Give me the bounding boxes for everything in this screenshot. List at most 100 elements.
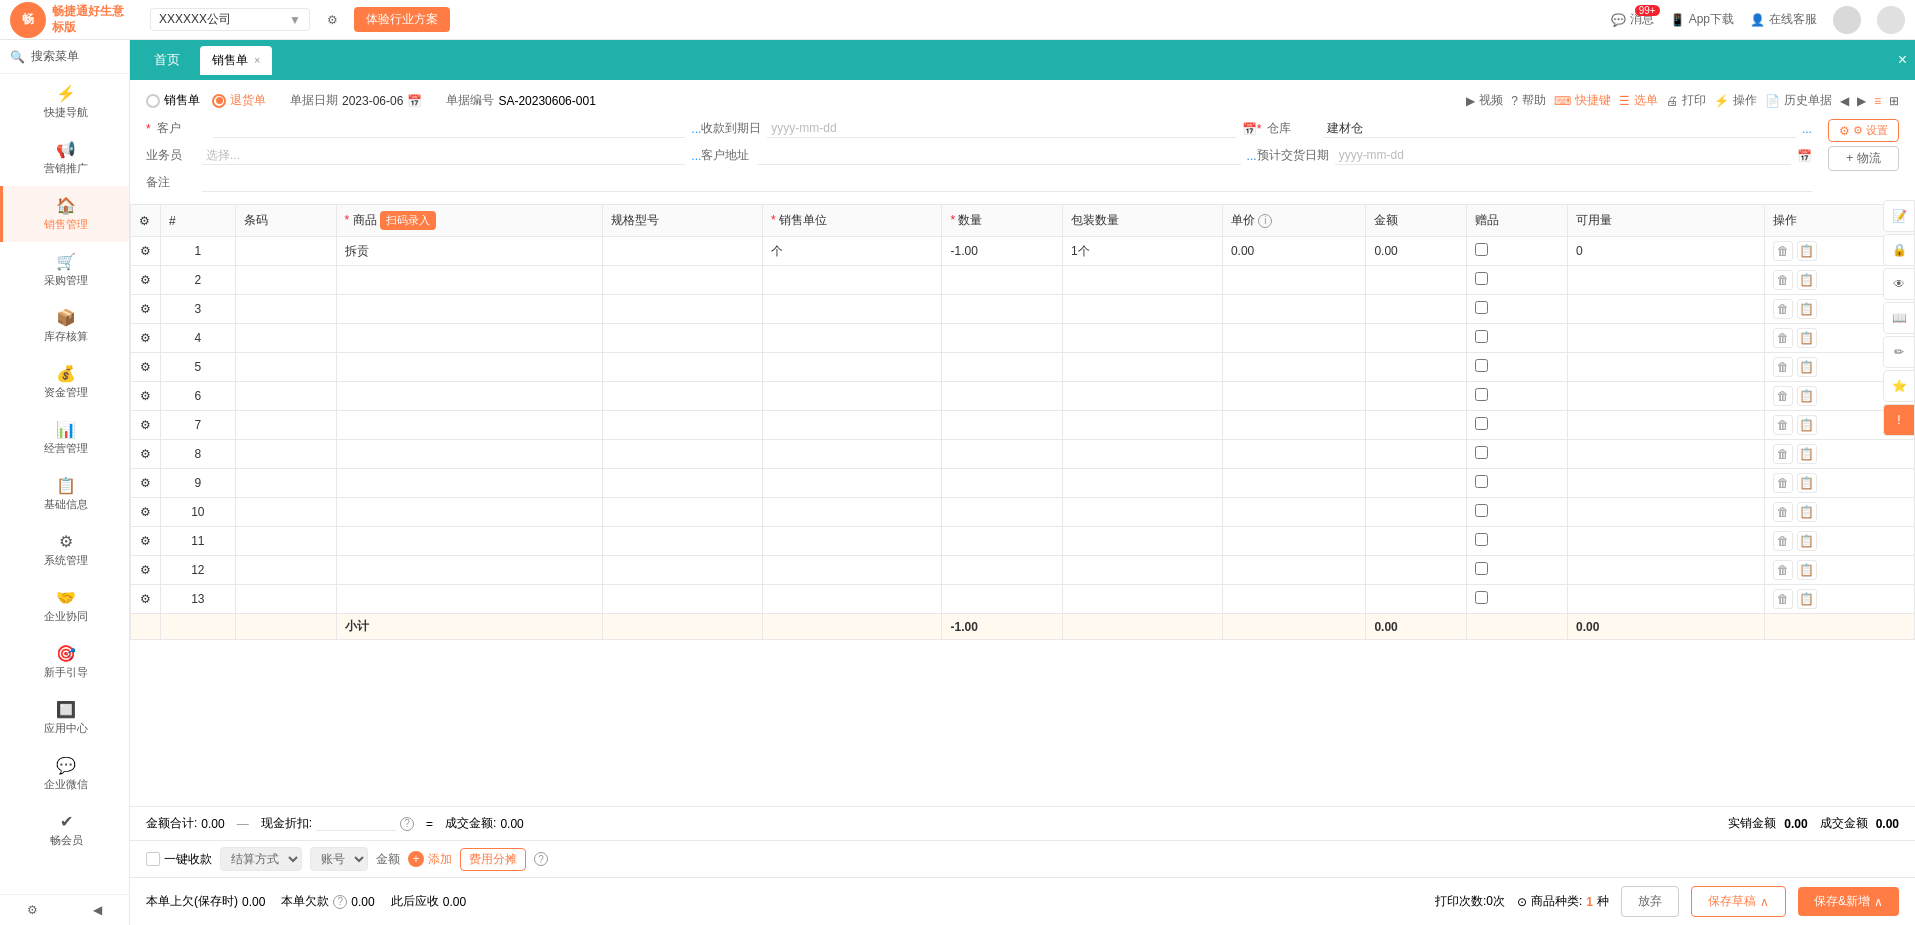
row-qty[interactable]: [942, 469, 1063, 498]
discard-button[interactable]: 放弃: [1621, 886, 1679, 917]
row-product[interactable]: [336, 266, 602, 295]
save-draft-button[interactable]: 保存草稿 ∧: [1691, 886, 1786, 917]
due-date-input[interactable]: [767, 119, 1235, 138]
row-amount[interactable]: [1366, 469, 1467, 498]
row-barcode[interactable]: [235, 411, 336, 440]
settings-icon[interactable]: ⚙: [318, 6, 346, 34]
float-lock-icon[interactable]: 🔒: [1883, 234, 1915, 266]
row-copy-icon[interactable]: 📋: [1797, 299, 1817, 319]
price-help-icon[interactable]: i: [1258, 214, 1272, 228]
row-spec[interactable]: [603, 440, 763, 469]
row-copy-icon[interactable]: 📋: [1797, 473, 1817, 493]
row-amount[interactable]: [1366, 266, 1467, 295]
row-price[interactable]: [1222, 266, 1366, 295]
row-product[interactable]: [336, 527, 602, 556]
row-copy-icon[interactable]: 📋: [1797, 589, 1817, 609]
row-spec[interactable]: [603, 527, 763, 556]
expected-date-input[interactable]: [1335, 146, 1791, 165]
row-qty[interactable]: [942, 353, 1063, 382]
row-qty[interactable]: [942, 295, 1063, 324]
row-spec[interactable]: [603, 324, 763, 353]
row-barcode[interactable]: [235, 556, 336, 585]
row-pack-qty[interactable]: [1063, 527, 1223, 556]
row-delete-icon[interactable]: 🗑: [1773, 589, 1793, 609]
row-gear[interactable]: ⚙: [131, 498, 161, 527]
try-industry-button[interactable]: 体验行业方案: [354, 7, 450, 32]
row-barcode[interactable]: [235, 324, 336, 353]
row-price[interactable]: [1222, 440, 1366, 469]
row-price[interactable]: [1222, 382, 1366, 411]
one-click-payment-checkbox[interactable]: 一键收款: [146, 851, 212, 868]
row-unit[interactable]: [762, 411, 942, 440]
toolbar-print[interactable]: 🖨 打印: [1666, 92, 1706, 109]
row-gear[interactable]: ⚙: [131, 324, 161, 353]
row-barcode[interactable]: [235, 585, 336, 614]
row-copy-icon[interactable]: 📋: [1797, 270, 1817, 290]
row-gear[interactable]: ⚙: [131, 237, 161, 266]
row-product[interactable]: [336, 324, 602, 353]
toolbar-operations[interactable]: ⚡ 操作: [1714, 92, 1757, 109]
row-amount[interactable]: [1366, 440, 1467, 469]
row-qty[interactable]: [942, 585, 1063, 614]
sidebar-item-finance[interactable]: 💰 资金管理: [0, 354, 129, 410]
logistics-button[interactable]: + 物流: [1828, 146, 1899, 171]
row-gift[interactable]: [1467, 295, 1568, 324]
settings-button[interactable]: ⚙ ⚙ 设置: [1828, 119, 1899, 142]
row-product[interactable]: [336, 498, 602, 527]
row-qty[interactable]: [942, 324, 1063, 353]
customer-input[interactable]: [213, 119, 686, 138]
row-delete-icon[interactable]: 🗑: [1773, 560, 1793, 580]
row-delete-icon[interactable]: 🗑: [1773, 386, 1793, 406]
float-book-icon[interactable]: 📖: [1883, 302, 1915, 334]
salesperson-lookup-icon[interactable]: ...: [691, 149, 701, 163]
row-copy-icon[interactable]: 📋: [1797, 415, 1817, 435]
sidebar-item-inventory[interactable]: 📦 库存核算: [0, 298, 129, 354]
row-spec[interactable]: [603, 295, 763, 324]
sidebar-item-member[interactable]: ✔ 畅会员: [0, 802, 129, 858]
row-barcode[interactable]: [235, 382, 336, 411]
row-amount[interactable]: [1366, 411, 1467, 440]
row-barcode[interactable]: [235, 266, 336, 295]
row-spec[interactable]: [603, 411, 763, 440]
row-unit[interactable]: [762, 527, 942, 556]
toolbar-shortcut[interactable]: ⌨ 快捷键: [1554, 92, 1611, 109]
fee-help-icon[interactable]: ?: [534, 852, 548, 866]
float-notes-icon[interactable]: 📝: [1883, 200, 1915, 232]
row-copy-icon[interactable]: 📋: [1797, 386, 1817, 406]
row-price[interactable]: [1222, 353, 1366, 382]
row-product[interactable]: [336, 353, 602, 382]
save-new-button[interactable]: 保存&新增 ∧: [1798, 887, 1899, 916]
row-price[interactable]: [1222, 585, 1366, 614]
toolbar-history[interactable]: 📄 历史单据: [1765, 92, 1832, 109]
row-gear[interactable]: ⚙: [131, 440, 161, 469]
row-unit[interactable]: [762, 498, 942, 527]
discount-help-icon[interactable]: ?: [400, 817, 414, 831]
row-product[interactable]: [336, 469, 602, 498]
row-amount[interactable]: [1366, 585, 1467, 614]
row-barcode[interactable]: [235, 527, 336, 556]
row-gift[interactable]: [1467, 353, 1568, 382]
balance-help-icon[interactable]: ?: [333, 895, 347, 909]
row-barcode[interactable]: [235, 237, 336, 266]
due-date-calendar-icon[interactable]: 📅: [1242, 122, 1257, 136]
row-pack-qty[interactable]: [1063, 440, 1223, 469]
row-pack-qty[interactable]: [1063, 324, 1223, 353]
row-gear[interactable]: ⚙: [131, 382, 161, 411]
row-unit[interactable]: [762, 440, 942, 469]
row-copy-icon[interactable]: 📋: [1797, 328, 1817, 348]
row-copy-icon[interactable]: 📋: [1797, 357, 1817, 377]
row-price[interactable]: [1222, 411, 1366, 440]
cash-discount-input[interactable]: [316, 816, 396, 831]
sidebar-item-system[interactable]: ⚙ 系统管理: [0, 522, 129, 578]
row-gear[interactable]: ⚙: [131, 266, 161, 295]
row-delete-icon[interactable]: 🗑: [1773, 444, 1793, 464]
row-price[interactable]: [1222, 527, 1366, 556]
row-spec[interactable]: [603, 469, 763, 498]
row-qty[interactable]: [942, 382, 1063, 411]
sidebar-settings-icon[interactable]: ⚙: [27, 903, 38, 917]
row-product[interactable]: [336, 440, 602, 469]
row-price[interactable]: 0.00: [1222, 237, 1366, 266]
row-copy-icon[interactable]: 📋: [1797, 444, 1817, 464]
row-qty[interactable]: [942, 527, 1063, 556]
row-price[interactable]: [1222, 498, 1366, 527]
